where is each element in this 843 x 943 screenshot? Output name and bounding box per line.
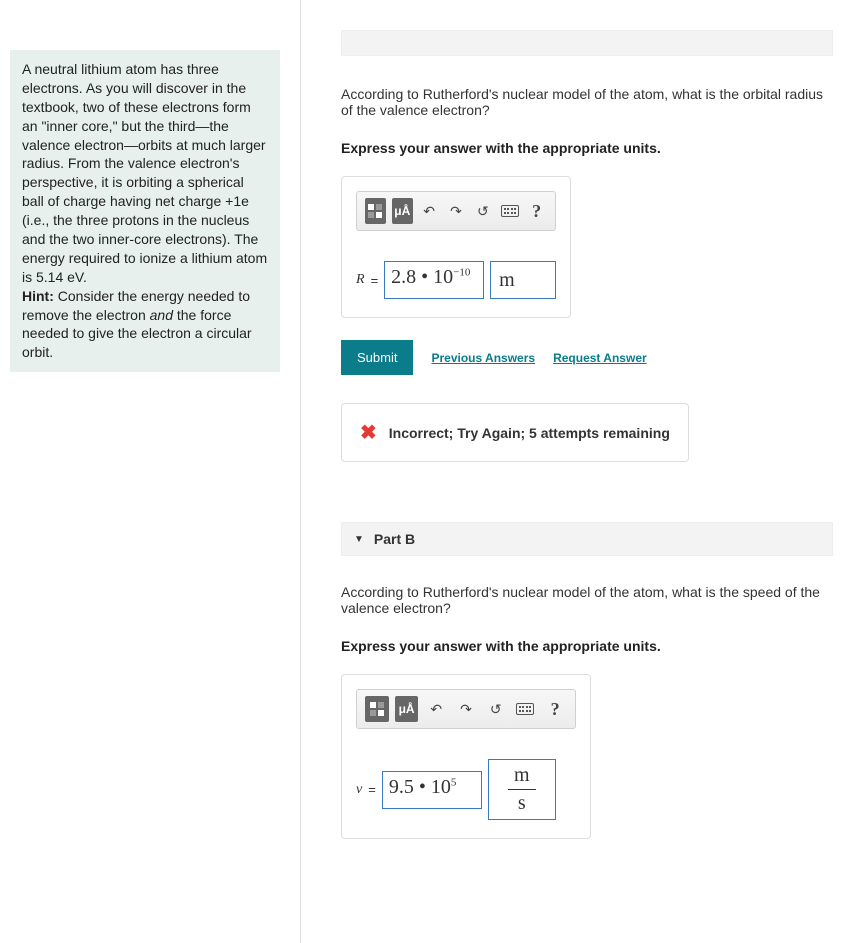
- part-b-question: According to Rutherford's nuclear model …: [341, 584, 833, 616]
- part-b-answer-panel: μÅ ↶ ↷ ↺ ? v = 9.5 • 105 m s: [341, 674, 591, 839]
- part-b-header[interactable]: ▼ Part B: [341, 522, 833, 556]
- submit-button[interactable]: Submit: [341, 340, 413, 375]
- help-icon[interactable]: ?: [543, 696, 567, 722]
- equals-sign: =: [368, 782, 376, 797]
- part-b-variable: v: [356, 782, 362, 798]
- part-a-toolbar: μÅ ↶ ↷ ↺ ?: [356, 191, 556, 231]
- units-button[interactable]: μÅ: [395, 696, 419, 722]
- part-a-unit-input[interactable]: m: [490, 261, 556, 299]
- unit-denominator: s: [518, 790, 526, 815]
- problem-hint: A neutral lithium atom has three electro…: [10, 50, 280, 372]
- reset-icon[interactable]: ↺: [484, 696, 508, 722]
- unit-numerator: m: [508, 764, 536, 790]
- templates-icon[interactable]: [365, 198, 386, 224]
- equals-sign: =: [371, 273, 379, 288]
- undo-icon[interactable]: ↶: [424, 696, 448, 722]
- hint-label: Hint:: [22, 288, 54, 304]
- part-a-answer-panel: μÅ ↶ ↷ ↺ ? R = 2.8 • 10−10 m: [341, 176, 571, 318]
- part-a-input-row: R = 2.8 • 10−10 m: [356, 261, 556, 299]
- units-button[interactable]: μÅ: [392, 198, 413, 224]
- hint-tail: Consider the energy needed to remove the…: [22, 288, 252, 361]
- redo-icon[interactable]: ↷: [454, 696, 478, 722]
- part-a-instruction: Express your answer with the appropriate…: [341, 140, 833, 156]
- sidebar: A neutral lithium atom has three electro…: [0, 0, 290, 943]
- feedback-box: ✖ Incorrect; Try Again; 5 attempts remai…: [341, 403, 689, 462]
- incorrect-icon: ✖: [360, 420, 377, 445]
- part-b-unit-input[interactable]: m s: [488, 759, 556, 820]
- keyboard-icon[interactable]: [499, 198, 520, 224]
- part-a-bar: [341, 30, 833, 56]
- help-icon[interactable]: ?: [526, 198, 547, 224]
- part-a-variable: R: [356, 272, 365, 288]
- part-a-value-input[interactable]: 2.8 • 10−10: [384, 261, 484, 299]
- part-b-instruction: Express your answer with the appropriate…: [341, 638, 833, 654]
- caret-down-icon: ▼: [354, 534, 364, 545]
- feedback-text: Incorrect; Try Again; 5 attempts remaini…: [389, 425, 670, 441]
- part-b-label: Part B: [374, 531, 415, 547]
- redo-icon[interactable]: ↷: [446, 198, 467, 224]
- templates-icon[interactable]: [365, 696, 389, 722]
- part-b-toolbar: μÅ ↶ ↷ ↺ ?: [356, 689, 576, 729]
- part-a-actions: Submit Previous Answers Request Answer: [341, 340, 833, 375]
- request-answer-link[interactable]: Request Answer: [553, 351, 647, 365]
- part-b-input-row: v = 9.5 • 105 m s: [356, 759, 576, 820]
- previous-answers-link[interactable]: Previous Answers: [431, 351, 535, 365]
- part-b-value-input[interactable]: 9.5 • 105: [382, 771, 482, 809]
- hint-body: A neutral lithium atom has three electro…: [22, 61, 267, 285]
- reset-icon[interactable]: ↺: [472, 198, 493, 224]
- part-a-question: According to Rutherford's nuclear model …: [341, 86, 833, 118]
- keyboard-icon[interactable]: [514, 696, 538, 722]
- undo-icon[interactable]: ↶: [419, 198, 440, 224]
- main-content: According to Rutherford's nuclear model …: [311, 0, 843, 943]
- vertical-divider: [300, 0, 301, 943]
